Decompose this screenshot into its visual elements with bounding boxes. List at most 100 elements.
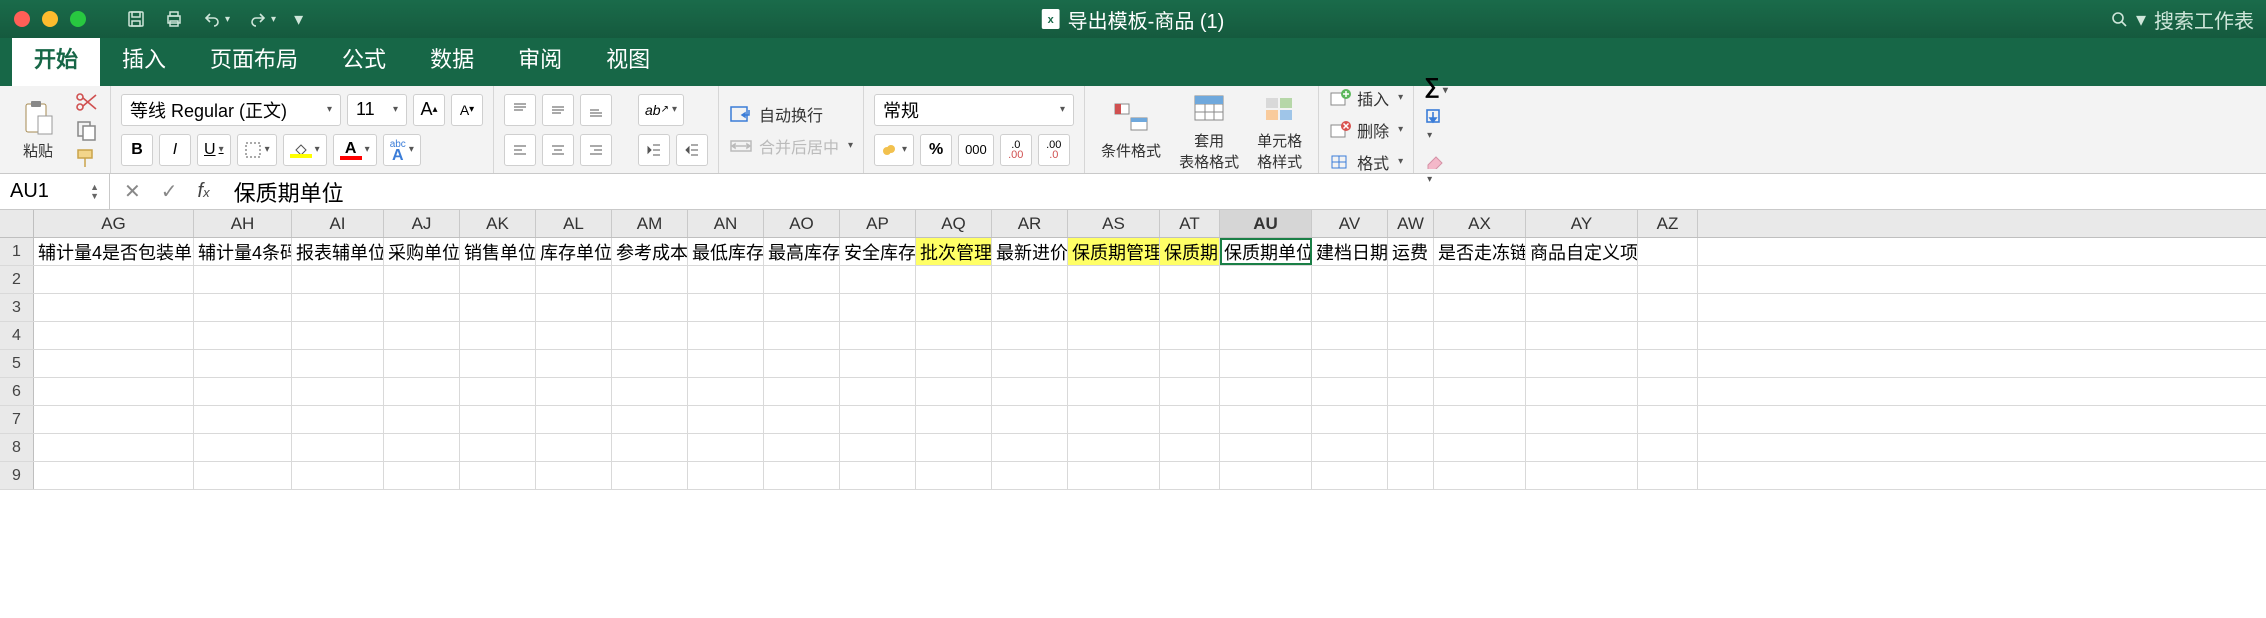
cell-AQ2[interactable]: [916, 266, 992, 293]
number-format-select[interactable]: 常规▾: [874, 94, 1074, 126]
cell-AO4[interactable]: [764, 322, 840, 349]
cell-AI9[interactable]: [292, 462, 384, 489]
column-header-AY[interactable]: AY: [1526, 210, 1638, 237]
column-header-AQ[interactable]: AQ: [916, 210, 992, 237]
align-right-button[interactable]: [580, 134, 612, 166]
cell-AT2[interactable]: [1160, 266, 1220, 293]
cell-AR2[interactable]: [992, 266, 1068, 293]
align-center-button[interactable]: [542, 134, 574, 166]
cell-AS1[interactable]: 保质期管理: [1068, 238, 1160, 265]
cell-AS4[interactable]: [1068, 322, 1160, 349]
cell-AQ1[interactable]: 批次管理: [916, 238, 992, 265]
select-all-corner[interactable]: [0, 210, 34, 237]
comma-button[interactable]: 000: [958, 134, 994, 166]
cell-AH6[interactable]: [194, 378, 292, 405]
cell-AU8[interactable]: [1220, 434, 1312, 461]
cell-AL5[interactable]: [536, 350, 612, 377]
cell-AZ4[interactable]: [1638, 322, 1698, 349]
cell-AL2[interactable]: [536, 266, 612, 293]
delete-cells-button[interactable]: 删除▾: [1329, 118, 1403, 142]
cell-AP8[interactable]: [840, 434, 916, 461]
decrease-decimal-button[interactable]: .00.0: [1038, 134, 1070, 166]
percent-button[interactable]: %: [920, 134, 952, 166]
font-color-button[interactable]: A▾: [333, 134, 377, 166]
row-header-3[interactable]: 3: [0, 294, 34, 321]
cell-AV6[interactable]: [1312, 378, 1388, 405]
bold-button[interactable]: B: [121, 134, 153, 166]
column-header-AG[interactable]: AG: [34, 210, 194, 237]
cell-styles-button[interactable]: 单元格 格样式: [1251, 88, 1308, 172]
cell-AS2[interactable]: [1068, 266, 1160, 293]
row-header-7[interactable]: 7: [0, 406, 34, 433]
cell-AR7[interactable]: [992, 406, 1068, 433]
cell-AQ7[interactable]: [916, 406, 992, 433]
cell-AQ5[interactable]: [916, 350, 992, 377]
phonetic-button[interactable]: abcA▾: [383, 134, 421, 166]
cell-AP9[interactable]: [840, 462, 916, 489]
cell-AJ1[interactable]: 采购单位: [384, 238, 460, 265]
cell-AJ4[interactable]: [384, 322, 460, 349]
cell-AK5[interactable]: [460, 350, 536, 377]
cell-AN7[interactable]: [688, 406, 764, 433]
cell-AS8[interactable]: [1068, 434, 1160, 461]
cell-AT9[interactable]: [1160, 462, 1220, 489]
minimize-window-button[interactable]: [42, 11, 58, 27]
cell-AW5[interactable]: [1388, 350, 1434, 377]
cell-AX8[interactable]: [1434, 434, 1526, 461]
cell-AK8[interactable]: [460, 434, 536, 461]
cell-AZ2[interactable]: [1638, 266, 1698, 293]
cell-AH9[interactable]: [194, 462, 292, 489]
column-header-AK[interactable]: AK: [460, 210, 536, 237]
cell-AY6[interactable]: [1526, 378, 1638, 405]
column-header-AM[interactable]: AM: [612, 210, 688, 237]
fill-icon[interactable]: ▾: [1424, 107, 1448, 143]
cell-AG3[interactable]: [34, 294, 194, 321]
row-header-5[interactable]: 5: [0, 350, 34, 377]
cell-AN3[interactable]: [688, 294, 764, 321]
cell-AI3[interactable]: [292, 294, 384, 321]
cell-AV8[interactable]: [1312, 434, 1388, 461]
cell-AX6[interactable]: [1434, 378, 1526, 405]
cell-AH1[interactable]: 辅计量4条码: [194, 238, 292, 265]
align-bottom-button[interactable]: [580, 94, 612, 126]
cell-AM9[interactable]: [612, 462, 688, 489]
name-box[interactable]: AU1 ▲▼: [0, 174, 110, 209]
cell-AN4[interactable]: [688, 322, 764, 349]
cell-AJ9[interactable]: [384, 462, 460, 489]
cell-AQ6[interactable]: [916, 378, 992, 405]
row-header-9[interactable]: 9: [0, 462, 34, 489]
cell-AL7[interactable]: [536, 406, 612, 433]
cell-AW3[interactable]: [1388, 294, 1434, 321]
row-header-6[interactable]: 6: [0, 378, 34, 405]
paste-button[interactable]: 粘贴: [10, 98, 66, 161]
cell-AK1[interactable]: 销售单位: [460, 238, 536, 265]
cell-AG2[interactable]: [34, 266, 194, 293]
cell-AL8[interactable]: [536, 434, 612, 461]
cell-AY9[interactable]: [1526, 462, 1638, 489]
cut-icon[interactable]: [74, 91, 100, 113]
decrease-indent-button[interactable]: [638, 134, 670, 166]
cell-AX9[interactable]: [1434, 462, 1526, 489]
cell-AT3[interactable]: [1160, 294, 1220, 321]
cell-AJ8[interactable]: [384, 434, 460, 461]
column-header-AR[interactable]: AR: [992, 210, 1068, 237]
cell-AH5[interactable]: [194, 350, 292, 377]
increase-font-button[interactable]: A▴: [413, 94, 445, 126]
row-header-8[interactable]: 8: [0, 434, 34, 461]
cell-AL9[interactable]: [536, 462, 612, 489]
cell-AV3[interactable]: [1312, 294, 1388, 321]
cell-AP4[interactable]: [840, 322, 916, 349]
cell-AW7[interactable]: [1388, 406, 1434, 433]
cell-AK4[interactable]: [460, 322, 536, 349]
cell-AT4[interactable]: [1160, 322, 1220, 349]
cell-AJ7[interactable]: [384, 406, 460, 433]
column-header-AO[interactable]: AO: [764, 210, 840, 237]
copy-icon[interactable]: [74, 119, 100, 141]
cell-AT5[interactable]: [1160, 350, 1220, 377]
cell-AX1[interactable]: 是否走冻链: [1434, 238, 1526, 265]
underline-button[interactable]: U▾: [197, 134, 231, 166]
cell-AY5[interactable]: [1526, 350, 1638, 377]
cell-AQ9[interactable]: [916, 462, 992, 489]
cell-AT1[interactable]: 保质期: [1160, 238, 1220, 265]
column-header-AT[interactable]: AT: [1160, 210, 1220, 237]
